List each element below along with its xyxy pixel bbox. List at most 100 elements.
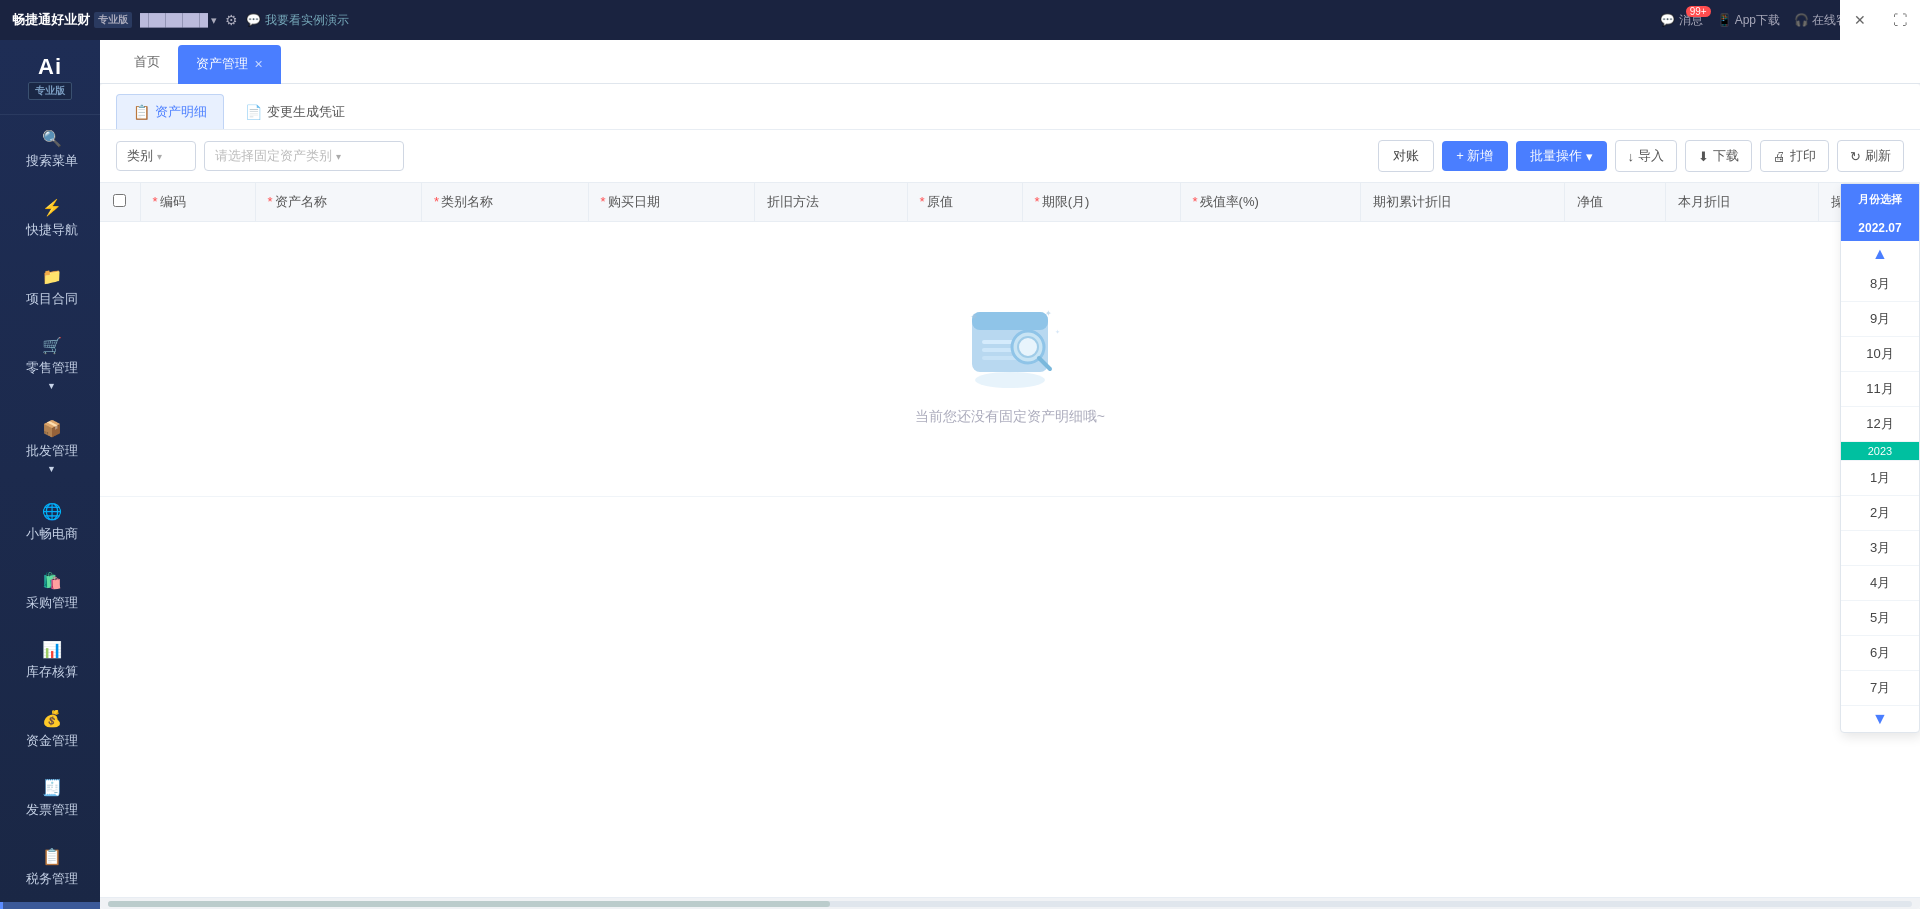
- headset-icon: 🎧: [1794, 13, 1809, 27]
- close-window-button[interactable]: ✕: [1840, 0, 1880, 40]
- tax-icon: 📋: [42, 847, 62, 866]
- category-select-input[interactable]: 请选择固定资产类别 ▾: [204, 141, 404, 171]
- refresh-button[interactable]: ↻ 刷新: [1837, 140, 1904, 172]
- refresh-icon: ↻: [1850, 149, 1861, 164]
- sidebar-label-capital: 资金管理: [26, 732, 78, 750]
- table-col-monthly: 本月折旧: [1666, 183, 1819, 222]
- settings-button[interactable]: ⚙: [225, 12, 238, 28]
- month-item-7[interactable]: 7月: [1841, 671, 1919, 706]
- company-name: ████████: [140, 13, 208, 27]
- ecommerce-icon: 🌐: [42, 502, 62, 521]
- table-col-depreciation-method: 折旧方法: [755, 183, 908, 222]
- download-button[interactable]: ⬇ 下载: [1685, 140, 1752, 172]
- topbar: 畅捷通好业财 专业版 ████████ ▾ ⚙ 💬 我要看实例演示 💬 消息 9…: [0, 0, 1920, 40]
- invoice-icon: 🧾: [42, 778, 62, 797]
- sidebar-item-capital[interactable]: 💰 资金管理: [0, 695, 100, 764]
- quicknav-icon: ⚡: [42, 198, 62, 217]
- retail-icon: 🛒: [42, 336, 62, 355]
- table-col-category: *类别名称: [422, 183, 589, 222]
- sidebar-label-tax: 税务管理: [26, 870, 78, 888]
- sidebar-item-search[interactable]: 🔍 搜索菜单: [0, 115, 100, 184]
- month-item-11[interactable]: 11月: [1841, 372, 1919, 407]
- tab-bar: 首页 资产管理 ✕: [100, 40, 1920, 84]
- empty-state-cell: ✦ ✦ ✦ 当前您还没有固定资产明细哦~: [100, 222, 1920, 497]
- table-col-name: *资产名称: [255, 183, 422, 222]
- month-item-10[interactable]: 10月: [1841, 337, 1919, 372]
- detail-tab-icon: 📋: [133, 104, 150, 120]
- message-badge: 99+: [1686, 6, 1711, 17]
- svg-text:✦: ✦: [970, 311, 978, 322]
- topbar-left: 畅捷通好业财 专业版 ████████ ▾ ⚙ 💬 我要看实例演示: [12, 11, 1650, 29]
- reconcile-button[interactable]: 对账: [1378, 140, 1434, 172]
- empty-text: 当前您还没有固定资产明细哦~: [915, 408, 1105, 426]
- month-picker-header: 月份选择: [1841, 184, 1919, 215]
- refresh-label: 刷新: [1865, 147, 1891, 165]
- import-button[interactable]: ↓ 导入: [1615, 140, 1678, 172]
- select-all-checkbox[interactable]: [113, 194, 126, 207]
- month-item-8[interactable]: 8月: [1841, 267, 1919, 302]
- sub-tab-voucher[interactable]: 📄 变更生成凭证: [228, 94, 362, 129]
- category-filter[interactable]: 类别 ▾: [116, 141, 196, 171]
- sidebar-label-inventory: 库存核算: [26, 663, 78, 681]
- svg-point-0: [975, 372, 1045, 388]
- demo-text: 我要看实例演示: [265, 12, 349, 29]
- window-controls: ✕ ⛶: [1840, 0, 1920, 40]
- app-name: 畅捷通好业财: [12, 11, 90, 29]
- sidebar-item-invoice[interactable]: 🧾 发票管理: [0, 764, 100, 833]
- sidebar-item-retail[interactable]: 🛒 零售管理 ▼: [0, 322, 100, 405]
- table-container[interactable]: *编码 *资产名称 *类别名称 *购买日期 折旧方法 *原值 *期限(月) *残…: [100, 183, 1920, 897]
- month-item-12[interactable]: 12月: [1841, 407, 1919, 442]
- message-button[interactable]: 💬 消息 99+: [1660, 12, 1703, 29]
- batch-label: 批量操作: [1530, 147, 1582, 165]
- toolbar-right: 对账 + 新增 批量操作 ▾ ↓ 导入 ⬇ 下载: [1378, 140, 1904, 172]
- add-button[interactable]: + 新增: [1442, 141, 1507, 171]
- month-item-4[interactable]: 4月: [1841, 566, 1919, 601]
- sidebar-item-ecommerce[interactable]: 🌐 小畅电商: [0, 488, 100, 557]
- assets-table: *编码 *资产名称 *类别名称 *购买日期 折旧方法 *原值 *期限(月) *残…: [100, 183, 1920, 497]
- print-button[interactable]: 🖨 打印: [1760, 140, 1829, 172]
- month-picker-down-button[interactable]: ▼: [1841, 706, 1919, 732]
- month-item-9[interactable]: 9月: [1841, 302, 1919, 337]
- tab-home[interactable]: 首页: [116, 43, 178, 83]
- import-label: 导入: [1638, 147, 1664, 165]
- sidebar-item-project[interactable]: 📁 项目合同: [0, 253, 100, 322]
- table-header-row: *编码 *资产名称 *类别名称 *购买日期 折旧方法 *原值 *期限(月) *残…: [100, 183, 1920, 222]
- app-download-button[interactable]: 📱 App下载: [1717, 12, 1780, 29]
- table-col-code: *编码: [140, 183, 255, 222]
- import-icon: ↓: [1628, 149, 1635, 164]
- sub-tab-detail[interactable]: 📋 资产明细: [116, 94, 224, 129]
- tab-close-icon[interactable]: ✕: [254, 58, 263, 71]
- sidebar-item-wholesale[interactable]: 📦 批发管理 ▼: [0, 405, 100, 488]
- download-label: 下载: [1713, 147, 1739, 165]
- sidebar-item-tax[interactable]: 📋 税务管理: [0, 833, 100, 902]
- sidebar-label-purchase: 采购管理: [26, 594, 78, 612]
- sidebar-item-purchase[interactable]: 🛍️ 采购管理: [0, 557, 100, 626]
- demo-icon: 💬: [246, 13, 261, 27]
- voucher-tab-icon: 📄: [245, 104, 262, 120]
- scrollbar-thumb[interactable]: [108, 901, 830, 907]
- month-item-1[interactable]: 1月: [1841, 461, 1919, 496]
- category-select-chevron-icon: ▾: [336, 151, 341, 162]
- table-col-checkbox: [100, 183, 140, 222]
- month-item-2[interactable]: 2月: [1841, 496, 1919, 531]
- sidebar-label-search: 搜索菜单: [26, 152, 78, 170]
- batch-button[interactable]: 批量操作 ▾: [1516, 141, 1607, 171]
- maximize-window-button[interactable]: ⛶: [1880, 0, 1920, 40]
- sidebar-item-fixed-assets[interactable]: 🏢 固定资产: [0, 902, 100, 909]
- demo-button[interactable]: 💬 我要看实例演示: [246, 12, 349, 29]
- sidebar-item-inventory[interactable]: 📊 库存核算: [0, 626, 100, 695]
- company-dropdown[interactable]: ████████ ▾: [140, 13, 217, 27]
- month-item-5[interactable]: 5月: [1841, 601, 1919, 636]
- horizontal-scrollbar[interactable]: [100, 897, 1920, 909]
- month-item-3[interactable]: 3月: [1841, 531, 1919, 566]
- sidebar-item-quicknav[interactable]: ⚡ 快捷导航: [0, 184, 100, 253]
- purchase-icon: 🛍️: [42, 571, 62, 590]
- main-layout: Ai 专业版 🔍 搜索菜单 ⚡ 快捷导航 📁 项目合同 🛒 零售管理 ▼ 📦 批…: [0, 40, 1920, 909]
- tab-assets[interactable]: 资产管理 ✕: [178, 45, 281, 84]
- message-icon: 💬: [1660, 13, 1675, 27]
- month-picker-up-button[interactable]: ▲: [1841, 241, 1919, 267]
- app-download-label: App下载: [1735, 12, 1780, 29]
- toolbar-left: 类别 ▾ 请选择固定资产类别 ▾: [116, 141, 1370, 171]
- month-item-6[interactable]: 6月: [1841, 636, 1919, 671]
- capital-icon: 💰: [42, 709, 62, 728]
